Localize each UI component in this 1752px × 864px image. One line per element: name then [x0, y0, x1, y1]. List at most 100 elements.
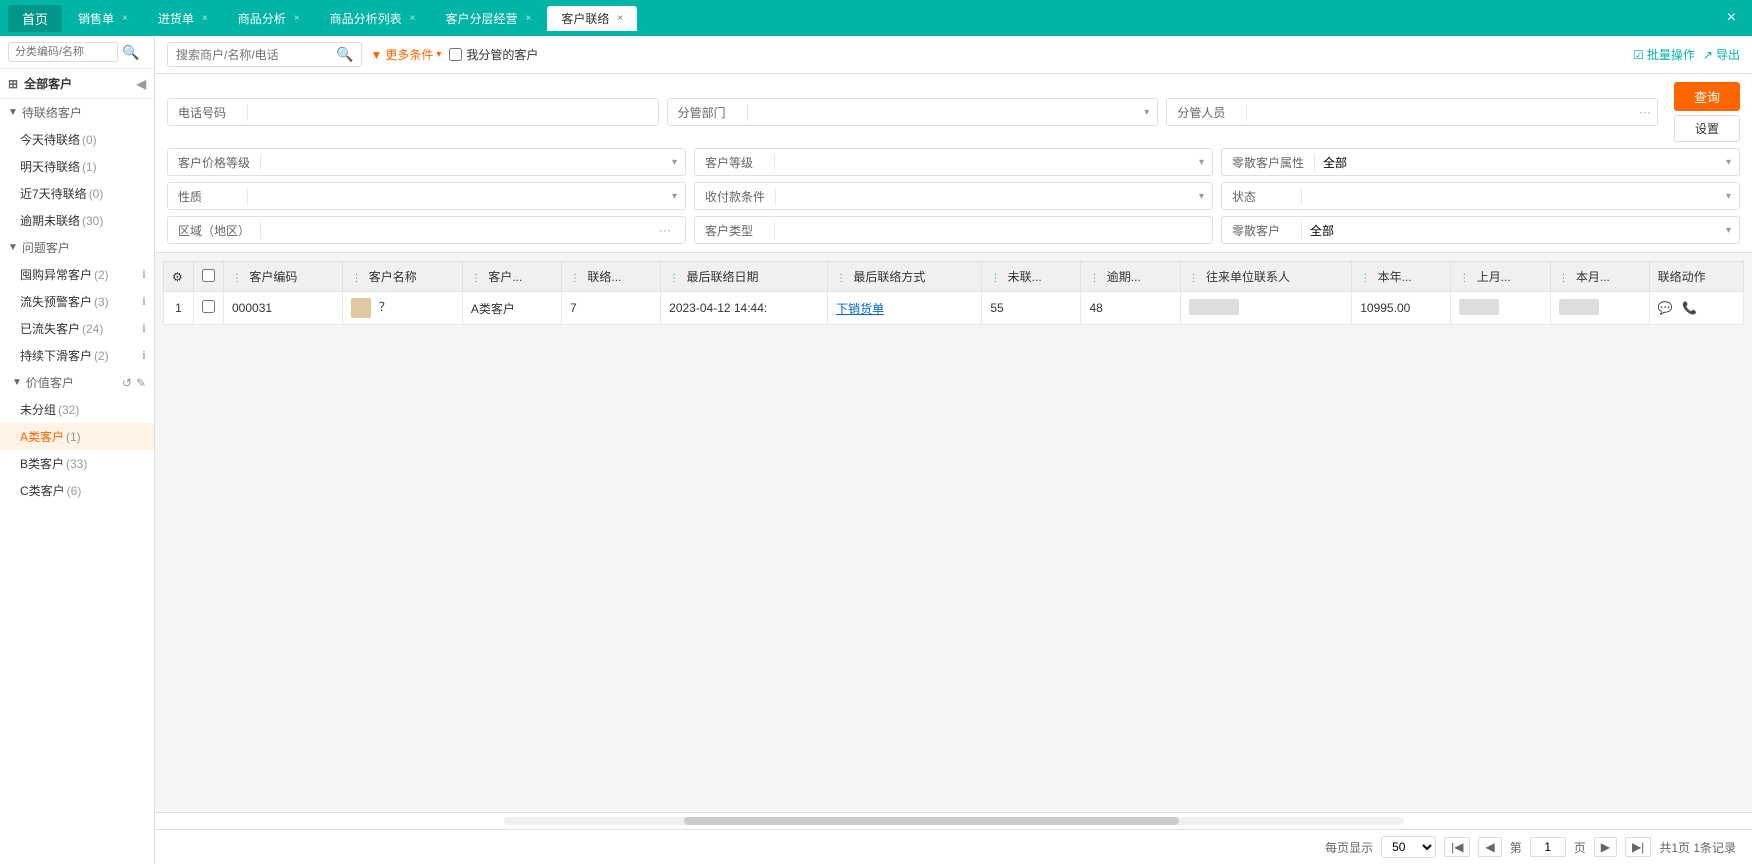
region-select[interactable]: ···	[261, 223, 685, 237]
cell-code[interactable]: 000031	[224, 292, 343, 325]
more-dots-icon[interactable]: ···	[1633, 105, 1657, 119]
sidebar-all-customers-header[interactable]: ⊞ 全部客户 ◀	[0, 69, 154, 99]
dept-select[interactable]: ▾	[748, 107, 1158, 118]
scrollbar-track[interactable]	[504, 817, 1404, 825]
sidebar-search-input[interactable]	[8, 42, 118, 62]
th-checkbox[interactable]	[194, 262, 224, 292]
th-code[interactable]: ⋮ 客户编码	[224, 262, 343, 292]
sidebar-group-problem-title[interactable]: ▼ 问题客户	[0, 234, 154, 261]
th-uncontacted[interactable]: ⋮ 未联...	[982, 262, 1081, 292]
per-page-select[interactable]: 50 20 100	[1381, 836, 1436, 858]
customer-type-input[interactable]	[775, 223, 1212, 237]
nav-goods-analysis[interactable]: 商品分析 ×	[224, 6, 314, 31]
nav-home[interactable]: 首页	[8, 5, 62, 32]
sidebar-group-pending-title[interactable]: ▼ 待联络客户	[0, 99, 154, 126]
customer-level-select[interactable]: ▾	[775, 157, 1212, 168]
refresh-icon[interactable]: ↺	[122, 376, 132, 390]
sidebar-collapse-button[interactable]: ◀	[137, 77, 146, 91]
sidebar-item-type-b[interactable]: B类客户 (33)	[0, 450, 154, 477]
chat-action-icon[interactable]: 💬	[1658, 301, 1673, 315]
th-last-date[interactable]: ⋮ 最后联络日期	[661, 262, 828, 292]
filter-row-2: 客户价格等级 ▾ 客户等级 ▾ 零散客户属性 全部	[167, 148, 1740, 176]
retail-customer-select[interactable]: 全部 ▾	[1302, 222, 1739, 239]
nav-customer-contact[interactable]: 客户联络 ×	[547, 6, 637, 31]
sidebar-item-week7[interactable]: 近7天待联络 (0)	[0, 180, 154, 207]
cell-last-month	[1451, 292, 1550, 325]
close-sales-tab[interactable]: ×	[122, 13, 128, 24]
th-this-year[interactable]: ⋮ 本年...	[1352, 262, 1451, 292]
next-page-button[interactable]: ▶	[1594, 837, 1617, 857]
query-button[interactable]: 查询	[1674, 82, 1740, 111]
export-button[interactable]: ↗ 导出	[1703, 46, 1740, 63]
close-purchase-tab[interactable]: ×	[202, 13, 208, 24]
settings-icon[interactable]: ⚙	[172, 270, 183, 284]
last-page-button[interactable]: ▶|	[1625, 837, 1651, 857]
cell-this-year: 10995.00	[1352, 292, 1451, 325]
main-layout: 🔍 ⊞ 全部客户 ◀ ▼ 待联络客户 今天待联络 (0) 明天待联络 (1) 近…	[0, 36, 1752, 864]
close-customer-layer-tab[interactable]: ×	[525, 13, 531, 24]
filter-more-button[interactable]: ▼ 更多条件 ▾	[370, 46, 441, 63]
window-close-button[interactable]: ×	[1719, 9, 1744, 27]
retail-attr-select[interactable]: 全部 ▾	[1315, 154, 1739, 171]
settings-button[interactable]: 设置	[1674, 115, 1740, 142]
my-customers-checkbox[interactable]	[449, 48, 462, 61]
th-name[interactable]: ⋮ 客户名称	[343, 262, 462, 292]
row-checkbox[interactable]	[202, 300, 215, 313]
prev-page-button[interactable]: ◀	[1478, 837, 1501, 857]
my-customers-checkbox-label[interactable]: 我分管的客户	[449, 46, 538, 63]
sidebar-item-today[interactable]: 今天待联络 (0)	[0, 126, 154, 153]
close-goods-list-tab[interactable]: ×	[410, 13, 416, 24]
select-all-checkbox[interactable]	[202, 269, 215, 282]
nav-purchase[interactable]: 进货单 ×	[144, 6, 222, 31]
sidebar-item-hoarding[interactable]: 囤购异常客户 (2) ℹ	[0, 261, 154, 288]
payment-filter: 收付款条件 ▾	[694, 182, 1213, 210]
sidebar-group-value: ▼ 价值客户 ↺ ✎ 未分组 (32) A类客户 (1) B类客户 (33) C…	[0, 369, 154, 504]
th-contact-person[interactable]: ⋮ 往来单位联系人	[1180, 262, 1352, 292]
nav-sales[interactable]: 销售单 ×	[64, 6, 142, 31]
scrollbar-thumb[interactable]	[684, 817, 1179, 825]
manager-filter: 分管人员 ···	[1166, 98, 1658, 126]
first-page-button[interactable]: |◀	[1444, 837, 1470, 857]
close-customer-contact-tab[interactable]: ×	[617, 13, 623, 24]
sidebar-item-type-a[interactable]: A类客户 (1)	[0, 423, 154, 450]
sidebar-item-ungroup[interactable]: 未分组 (32)	[0, 396, 154, 423]
nav-customer-layer[interactable]: 客户分层经营 ×	[431, 6, 545, 31]
payment-select[interactable]: ▾	[776, 191, 1212, 202]
this-month-placeholder	[1559, 299, 1599, 315]
phone-action-icon[interactable]: 📞	[1682, 301, 1697, 315]
search-input[interactable]	[176, 48, 336, 62]
cell-last-method[interactable]: 下销货单	[828, 292, 982, 325]
th-action: 联络动作	[1649, 262, 1743, 292]
th-last-month[interactable]: ⋮ 上月...	[1451, 262, 1550, 292]
batch-operation-button[interactable]: ☑ 批量操作	[1633, 46, 1695, 63]
manager-input[interactable]	[1247, 105, 1633, 119]
more-dots-icon[interactable]: ···	[653, 223, 677, 237]
sidebar-item-type-c[interactable]: C类客户 (6)	[0, 477, 154, 504]
edit-icon[interactable]: ✎	[136, 376, 146, 390]
info-icon: ℹ	[142, 322, 146, 335]
sidebar-item-tomorrow[interactable]: 明天待联络 (1)	[0, 153, 154, 180]
cell-actions: 💬 📞	[1649, 292, 1743, 325]
th-this-month[interactable]: ⋮ 本月...	[1550, 262, 1649, 292]
th-settings[interactable]: ⚙	[164, 262, 194, 292]
search-icon[interactable]: 🔍	[336, 46, 353, 63]
sidebar-group-value-title[interactable]: ▼ 价值客户 ↺ ✎	[0, 369, 154, 396]
status-select[interactable]: ▾	[1302, 191, 1739, 202]
th-last-method[interactable]: ⋮ 最后联络方式	[828, 262, 982, 292]
th-overdue[interactable]: ⋮ 逾期...	[1081, 262, 1180, 292]
page-number-input[interactable]	[1530, 837, 1566, 857]
sidebar-item-overdue[interactable]: 逾期未联络 (30)	[0, 207, 154, 234]
close-goods-analysis-tab[interactable]: ×	[294, 13, 300, 24]
sidebar-search-icon[interactable]: 🔍	[122, 44, 139, 61]
arrow-icon: ▼	[8, 107, 18, 118]
filter-row-3: 性质 ▾ 收付款条件 ▾ 状态	[167, 182, 1740, 210]
phone-input[interactable]	[248, 105, 658, 119]
sidebar-item-churn[interactable]: 流失预警客户 (3) ℹ	[0, 288, 154, 315]
th-level[interactable]: ⋮ 客户...	[462, 262, 561, 292]
sidebar-item-declining[interactable]: 持续下滑客户 (2) ℹ	[0, 342, 154, 369]
price-level-select[interactable]: ▾	[261, 157, 685, 168]
th-contact-count[interactable]: ⋮ 联络...	[562, 262, 661, 292]
sidebar-item-lost[interactable]: 已流失客户 (24) ℹ	[0, 315, 154, 342]
nature-select[interactable]: ▾	[248, 191, 685, 202]
nav-goods-list[interactable]: 商品分析列表 ×	[316, 6, 430, 31]
